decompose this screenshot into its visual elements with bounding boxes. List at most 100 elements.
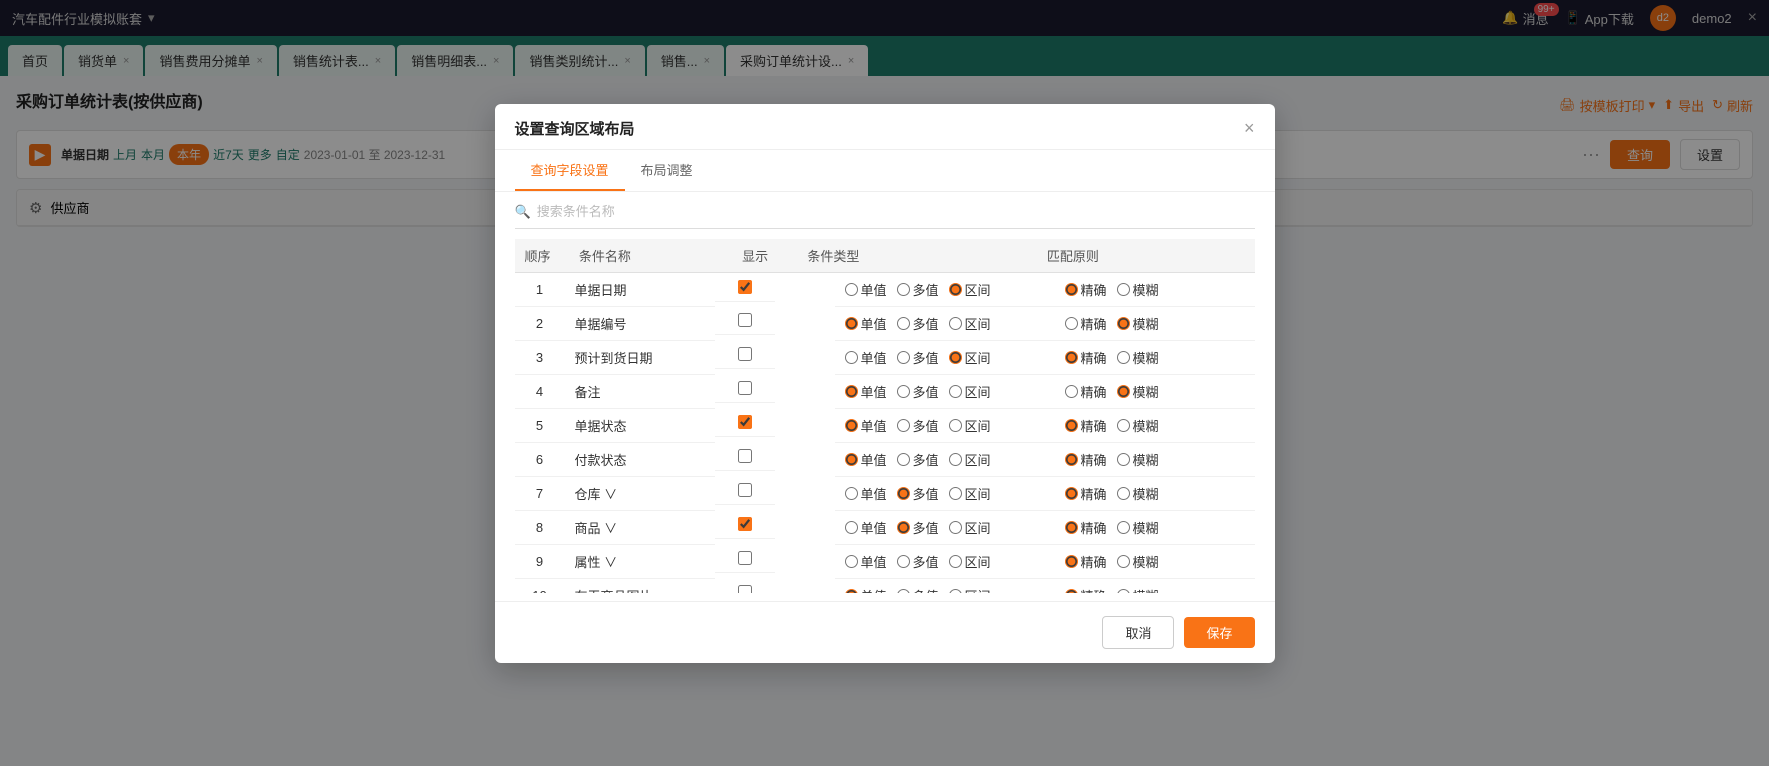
type-radio-single[interactable]: 单值 bbox=[845, 552, 887, 571]
row-type: 单值多值区间 bbox=[835, 374, 1055, 408]
type-radio-range[interactable]: 区间 bbox=[949, 382, 991, 401]
match-radio-exact[interactable]: 精确 bbox=[1065, 518, 1107, 537]
match-radio-fuzzy[interactable]: 模糊 bbox=[1117, 450, 1159, 469]
match-radio-exact[interactable]: 精确 bbox=[1065, 280, 1107, 299]
match-radio-exact[interactable]: 精确 bbox=[1065, 314, 1107, 333]
search-input[interactable] bbox=[537, 204, 1255, 219]
table-row: 5单据状态单值多值区间精确模糊 bbox=[515, 408, 1255, 442]
type-radio-multi[interactable]: 多值 bbox=[897, 518, 939, 537]
show-checkbox-input[interactable] bbox=[738, 449, 752, 463]
type-radio-range[interactable]: 区间 bbox=[949, 518, 991, 537]
modal-body: 🔍 顺序 条件名称 显示 条件类型 匹配原则 bbox=[495, 192, 1275, 601]
type-radio-range[interactable]: 区间 bbox=[949, 552, 991, 571]
type-radio-range[interactable]: 区间 bbox=[949, 280, 991, 299]
match-radio-fuzzy[interactable]: 模糊 bbox=[1117, 348, 1159, 367]
show-checkbox-input[interactable] bbox=[738, 415, 752, 429]
type-radio-range[interactable]: 区间 bbox=[949, 416, 991, 435]
row-condition-name: 商品 ∨ bbox=[565, 510, 715, 544]
row-show-checkbox[interactable] bbox=[715, 340, 775, 369]
show-checkbox-input[interactable] bbox=[738, 551, 752, 565]
type-radio-range[interactable]: 区间 bbox=[949, 348, 991, 367]
match-radio-exact[interactable]: 精确 bbox=[1065, 552, 1107, 571]
row-match: 精确模糊 bbox=[1055, 306, 1255, 340]
match-radio-fuzzy[interactable]: 模糊 bbox=[1117, 314, 1159, 333]
type-radio-range[interactable]: 区间 bbox=[949, 450, 991, 469]
row-show-checkbox[interactable] bbox=[715, 544, 775, 573]
type-radio-range[interactable]: 区间 bbox=[949, 484, 991, 503]
row-condition-name: 付款状态 bbox=[565, 442, 715, 476]
match-radio-exact[interactable]: 精确 bbox=[1065, 416, 1107, 435]
show-checkbox-input[interactable] bbox=[738, 585, 752, 593]
row-show-checkbox[interactable] bbox=[715, 306, 775, 335]
match-radio-exact[interactable]: 精确 bbox=[1065, 382, 1107, 401]
row-condition-name: 有无商品图片 bbox=[565, 578, 715, 593]
row-type: 单值多值区间 bbox=[835, 442, 1055, 476]
show-checkbox-input[interactable] bbox=[738, 280, 752, 294]
match-radio-exact[interactable]: 精确 bbox=[1065, 450, 1107, 469]
table-row: 1单据日期单值多值区间精确模糊 bbox=[515, 273, 1255, 307]
match-radio-exact[interactable]: 精确 bbox=[1065, 348, 1107, 367]
row-show-checkbox[interactable] bbox=[715, 374, 775, 403]
row-match: 精确模糊 bbox=[1055, 374, 1255, 408]
row-show-checkbox[interactable] bbox=[715, 273, 775, 302]
row-show-checkbox[interactable] bbox=[715, 578, 775, 593]
type-radio-multi[interactable]: 多值 bbox=[897, 586, 939, 593]
match-radio-fuzzy[interactable]: 模糊 bbox=[1117, 280, 1159, 299]
row-condition-name: 仓库 ∨ bbox=[565, 476, 715, 510]
modal-close-button[interactable]: × bbox=[1244, 119, 1255, 137]
row-match: 精确模糊 bbox=[1055, 476, 1255, 510]
match-radio-fuzzy[interactable]: 模糊 bbox=[1117, 518, 1159, 537]
show-checkbox-input[interactable] bbox=[738, 313, 752, 327]
type-radio-single[interactable]: 单值 bbox=[845, 416, 887, 435]
table-row: 2单据编号单值多值区间精确模糊 bbox=[515, 306, 1255, 340]
type-radio-range[interactable]: 区间 bbox=[949, 586, 991, 593]
match-radio-fuzzy[interactable]: 模糊 bbox=[1117, 552, 1159, 571]
type-radio-single[interactable]: 单值 bbox=[845, 484, 887, 503]
type-radio-single[interactable]: 单值 bbox=[845, 382, 887, 401]
type-radio-multi[interactable]: 多值 bbox=[897, 348, 939, 367]
conditions-table: 顺序 条件名称 显示 条件类型 匹配原则 bbox=[515, 239, 1255, 273]
type-radio-multi[interactable]: 多值 bbox=[897, 280, 939, 299]
type-radio-single[interactable]: 单值 bbox=[845, 518, 887, 537]
tab-query-fields[interactable]: 查询字段设置 bbox=[515, 150, 625, 191]
type-radio-single[interactable]: 单值 bbox=[845, 348, 887, 367]
type-radio-multi[interactable]: 多值 bbox=[897, 416, 939, 435]
row-show-checkbox[interactable] bbox=[715, 510, 775, 539]
save-button[interactable]: 保存 bbox=[1184, 617, 1254, 648]
row-order: 5 bbox=[515, 408, 565, 442]
type-radio-multi[interactable]: 多值 bbox=[897, 484, 939, 503]
row-match: 精确模糊 bbox=[1055, 442, 1255, 476]
cancel-button[interactable]: 取消 bbox=[1102, 616, 1174, 649]
show-checkbox-input[interactable] bbox=[738, 483, 752, 497]
type-radio-multi[interactable]: 多值 bbox=[897, 552, 939, 571]
row-match: 精确模糊 bbox=[1055, 273, 1255, 307]
match-radio-fuzzy[interactable]: 模糊 bbox=[1117, 382, 1159, 401]
show-checkbox-input[interactable] bbox=[738, 381, 752, 395]
row-type: 单值多值区间 bbox=[835, 510, 1055, 544]
type-radio-single[interactable]: 单值 bbox=[845, 586, 887, 593]
table-row: 7仓库 ∨单值多值区间精确模糊 bbox=[515, 476, 1255, 510]
show-checkbox-input[interactable] bbox=[738, 347, 752, 361]
row-show-checkbox[interactable] bbox=[715, 442, 775, 471]
table-row: 4备注单值多值区间精确模糊 bbox=[515, 374, 1255, 408]
type-radio-multi[interactable]: 多值 bbox=[897, 382, 939, 401]
row-type: 单值 多值 区间 bbox=[835, 578, 1055, 593]
match-radio-fuzzy[interactable]: 模糊 bbox=[1117, 586, 1159, 593]
match-radio-fuzzy[interactable]: 模糊 bbox=[1117, 484, 1159, 503]
type-radio-single[interactable]: 单值 bbox=[845, 314, 887, 333]
row-type: 单值多值区间 bbox=[835, 476, 1055, 510]
match-radio-exact[interactable]: 精确 bbox=[1065, 586, 1107, 593]
row-show-checkbox[interactable] bbox=[715, 408, 775, 437]
tab-layout-adjust[interactable]: 布局调整 bbox=[625, 150, 709, 191]
type-radio-multi[interactable]: 多值 bbox=[897, 314, 939, 333]
show-checkbox-input[interactable] bbox=[738, 517, 752, 531]
type-radio-single[interactable]: 单值 bbox=[845, 280, 887, 299]
match-radio-exact[interactable]: 精确 bbox=[1065, 484, 1107, 503]
match-radio-fuzzy[interactable]: 模糊 bbox=[1117, 416, 1159, 435]
row-order: 1 bbox=[515, 273, 565, 307]
type-radio-single[interactable]: 单值 bbox=[845, 450, 887, 469]
modal-overlay: 设置查询区域布局 × 查询字段设置 布局调整 🔍 顺序 bbox=[0, 0, 1769, 766]
row-show-checkbox[interactable] bbox=[715, 476, 775, 505]
type-radio-multi[interactable]: 多值 bbox=[897, 450, 939, 469]
type-radio-range[interactable]: 区间 bbox=[949, 314, 991, 333]
